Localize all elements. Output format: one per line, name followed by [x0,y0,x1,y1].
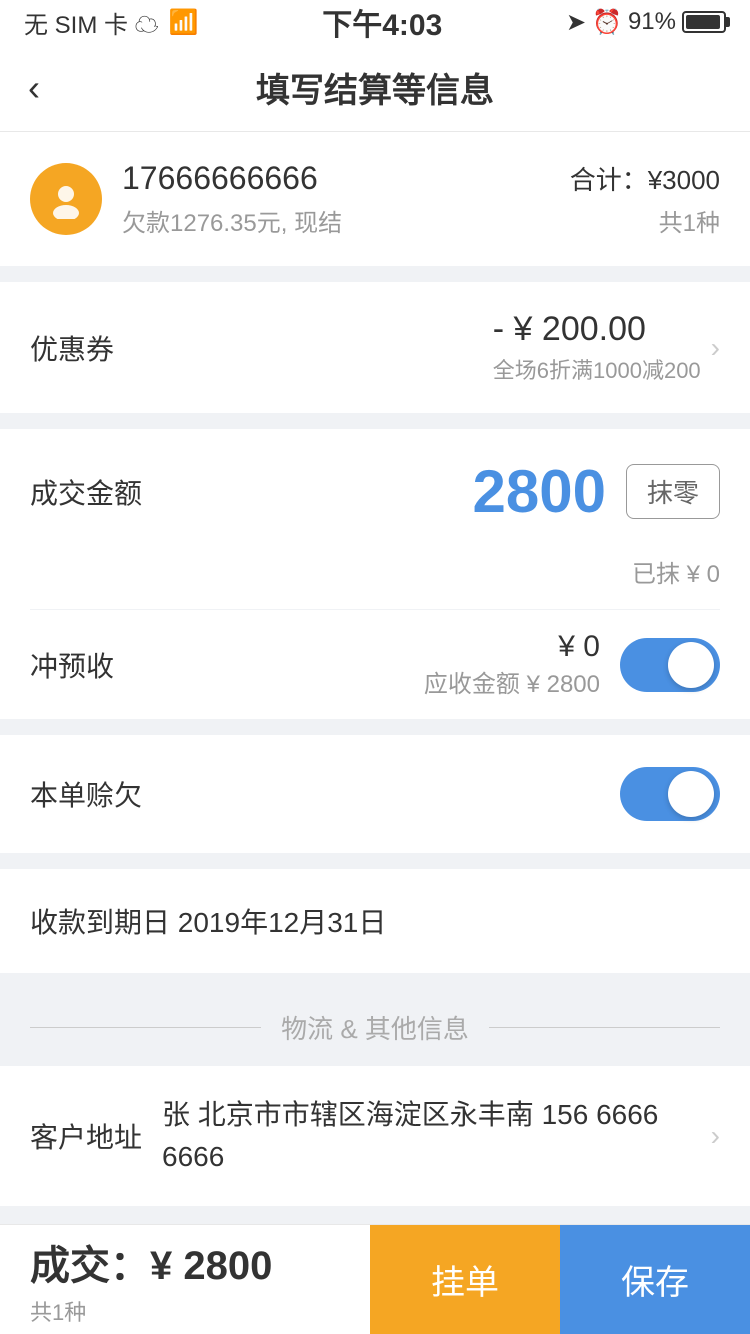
battery-percent: 91% [628,8,676,36]
status-bar: 无 SIM 卡 ☁ 📶 下午4:03 ➤ ⏰ 91% [0,0,750,44]
customer-right: 合计：¥3000 共1种 [570,160,720,238]
hold-button[interactable]: 挂单 [370,1225,560,1334]
round-button[interactable]: 抹零 [626,464,720,519]
sep-line-left [30,1027,261,1028]
credit-row: 本单赊欠 [0,735,750,853]
status-right: ➤ ⏰ 91% [566,8,726,37]
location-icon: ➤ [566,8,586,37]
prepay-row: 冲预收 ¥ 0 应收金额 ¥ 2800 [0,610,750,719]
customer-info: 17666666666 欠款1276.35元, 现结 [122,160,342,238]
prepay-label: 冲预收 [30,645,114,685]
address-chevron-icon: › [711,1120,720,1152]
nav-bar: ‹ 填写结算等信息 [0,44,750,132]
bottom-summary: 成交：¥ 2800 共1种 [0,1233,370,1327]
status-time: 下午4:03 [322,0,442,44]
save-button[interactable]: 保存 [560,1225,750,1334]
credit-label: 本单赊欠 [30,774,142,814]
bottom-deal-label: 成交：¥ 2800 [30,1233,340,1291]
prepay-amount: ¥ 0 [424,630,600,664]
prepay-right: ¥ 0 应收金额 ¥ 2800 [424,630,720,699]
coupon-amount: - ¥ 200.00 [493,310,701,349]
back-button[interactable]: ‹ [28,67,40,109]
page-title: 填写结算等信息 [256,63,494,112]
bottom-deal-text: 成交： [30,1244,150,1288]
sim-label: 无 SIM 卡 ☁ [24,5,159,40]
address-row[interactable]: 客户地址 张 北京市市辖区海淀区永丰南 156 6666 6666 › [0,1066,750,1206]
customer-phone: 17666666666 [122,160,342,197]
alarm-icon: ⏰ [592,8,622,37]
coupon-row[interactable]: 优惠券 - ¥ 200.00 全场6折满1000减200 › [0,282,750,413]
total-label: 合计：¥3000 [570,160,720,197]
deal-label: 成交金额 [30,472,142,512]
coupon-chevron-icon: › [711,332,720,364]
coupon-desc: 全场6折满1000减200 [493,353,701,385]
logistics-label: 物流 & 其他信息 [281,1009,469,1046]
bottom-deal-amount: ¥ 2800 [150,1244,272,1288]
deal-section: 成交金额 2800 抹零 已抹 ¥ 0 冲预收 ¥ 0 应收金额 ¥ 2800 [0,429,750,719]
bottom-bar: 成交：¥ 2800 共1种 挂单 保存 [0,1224,750,1334]
address-value: 张 北京市市辖区海淀区永丰南 156 6666 6666 [162,1094,691,1178]
logistics-separator: 物流 & 其他信息 [0,989,750,1066]
battery-icon [682,11,726,33]
content: 17666666666 欠款1276.35元, 现结 合计：¥3000 共1种 … [0,132,750,1326]
coupon-label: 优惠券 [30,328,114,368]
avatar [30,163,102,235]
deal-row: 成交金额 2800 抹零 [0,429,750,554]
prepay-toggle[interactable] [620,638,720,692]
toggle-knob [668,642,714,688]
customer-left: 17666666666 欠款1276.35元, 现结 [30,160,342,238]
deal-amount: 2800 [473,457,606,526]
wifi-icon: 📶 [169,8,199,37]
credit-toggle-knob [668,771,714,817]
customer-debt: 欠款1276.35元, 现结 [122,203,342,238]
status-left: 无 SIM 卡 ☁ 📶 [24,5,199,40]
deal-right: 2800 抹零 [473,457,721,526]
total-count: 共1种 [570,203,720,238]
customer-card: 17666666666 欠款1276.35元, 现结 合计：¥3000 共1种 [0,132,750,266]
sep-line-right [489,1027,720,1028]
due-date-row: 收款到期日 2019年12月31日 [0,869,750,973]
due-date-label: 收款到期日 2019年12月31日 [30,907,386,938]
deal-sub: 已抹 ¥ 0 [0,554,750,609]
prepay-sub: 应收金额 ¥ 2800 [424,664,600,699]
address-label: 客户地址 [30,1116,142,1156]
credit-toggle[interactable] [620,767,720,821]
bottom-count: 共1种 [30,1295,340,1327]
